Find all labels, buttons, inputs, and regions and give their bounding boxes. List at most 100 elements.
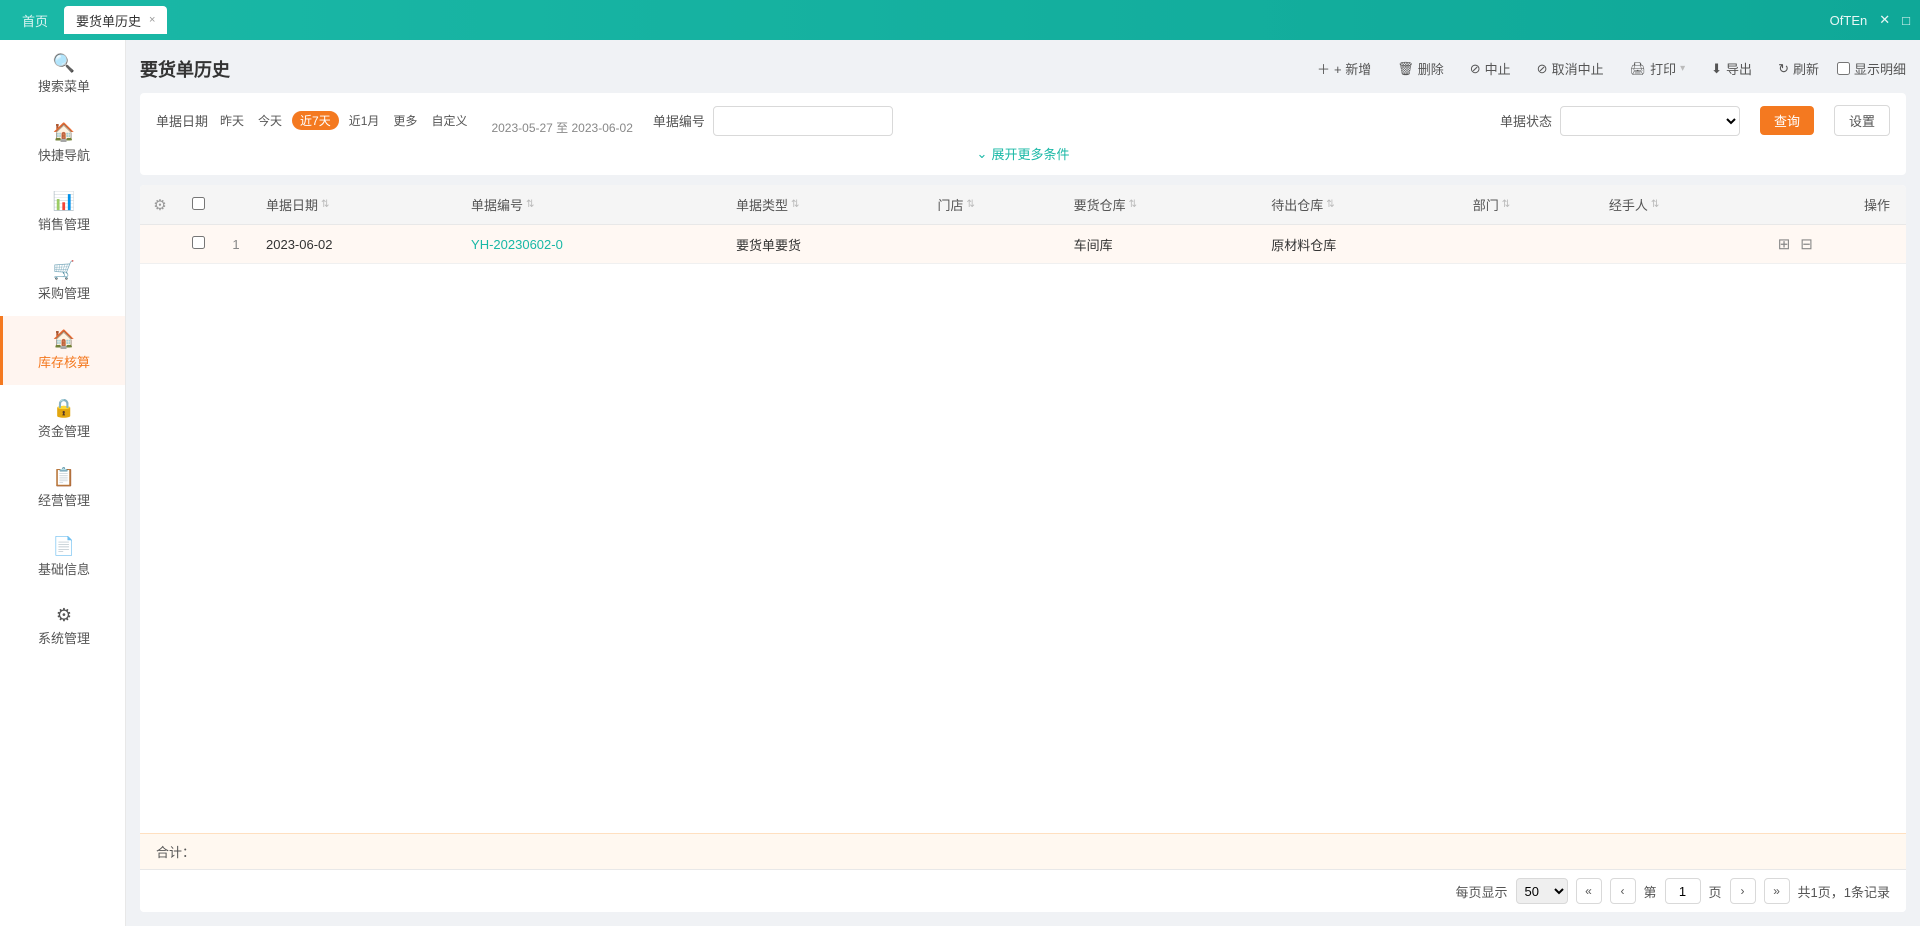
page-size-select[interactable]: 10 20 50 100 bbox=[1516, 878, 1568, 904]
order-no-input[interactable] bbox=[713, 106, 893, 136]
delete-label: 删除 bbox=[1418, 59, 1444, 78]
date-label: 单据日期 bbox=[156, 111, 208, 130]
export-button[interactable]: ⬇ 导出 bbox=[1703, 54, 1760, 83]
th-order-type[interactable]: 单据类型 ⇅ bbox=[726, 185, 928, 225]
th-date-sort-icon: ⇅ bbox=[321, 199, 329, 210]
th-req-warehouse[interactable]: 要货仓库 ⇅ bbox=[1064, 185, 1262, 225]
td-date-0: 2023-06-02 bbox=[256, 225, 461, 264]
purchase-mgmt-icon: 🛒 bbox=[53, 261, 75, 279]
td-order-type-0: 要货单要货 bbox=[726, 225, 928, 264]
table-header-row: ⚙ 单据日期 ⇅ bbox=[140, 185, 1906, 225]
td-store-0 bbox=[928, 225, 1064, 264]
date-btn-custom[interactable]: 自定义 bbox=[427, 111, 471, 130]
date-btn-today[interactable]: 今天 bbox=[254, 111, 286, 130]
refresh-button[interactable]: ↻ 刷新 bbox=[1770, 54, 1827, 83]
sidebar-item-system-mgmt[interactable]: ⚙ 系统管理 bbox=[0, 592, 125, 661]
cancel-stop-label: 取消中止 bbox=[1552, 59, 1604, 78]
td-order-no-0[interactable]: YH-20230602-0 bbox=[461, 225, 726, 264]
cancel-stop-button[interactable]: ⊘ 取消中止 bbox=[1529, 54, 1612, 83]
tab-close-icon[interactable]: × bbox=[149, 14, 155, 26]
show-detail-input[interactable] bbox=[1837, 62, 1850, 75]
sidebar-item-inventory[interactable]: 🏠 库存核算 bbox=[0, 316, 125, 385]
page-size-label: 每页显示 bbox=[1455, 882, 1507, 901]
filter-area: 单据日期 昨天 今天 近7天 近1月 更多 自定义 2023-05-27 至 2… bbox=[140, 93, 1906, 175]
tab-order-history[interactable]: 要货单历史 × bbox=[64, 6, 167, 34]
td-handler-0 bbox=[1599, 225, 1766, 264]
sidebar-item-operations-mgmt-label: 经营管理 bbox=[38, 490, 90, 509]
th-settings[interactable]: ⚙ bbox=[140, 185, 180, 225]
footer-total: 合计： bbox=[140, 833, 1906, 869]
order-no-filter-group: 单据编号 bbox=[653, 106, 893, 136]
page-next-button[interactable]: › bbox=[1730, 878, 1756, 904]
settings-gear-icon[interactable]: ⚙ bbox=[153, 197, 166, 214]
finance-mgmt-icon: 🔒 bbox=[53, 399, 75, 417]
date-btn-1month[interactable]: 近1月 bbox=[345, 111, 384, 130]
sidebar-item-purchase-mgmt[interactable]: 🛒 采购管理 bbox=[0, 247, 125, 316]
page-summary: 共1页，1条记录 bbox=[1798, 882, 1890, 901]
add-button[interactable]: ＋ + 新增 bbox=[1309, 54, 1379, 83]
td-pending-warehouse-0: 原材料仓库 bbox=[1261, 225, 1463, 264]
content-area: 要货单历史 ＋ + 新增 🗑 删除 ⊘ 中止 ⊘ 取消中止 bbox=[126, 40, 1920, 926]
show-detail-label: 显示明细 bbox=[1854, 59, 1906, 78]
status-select[interactable] bbox=[1560, 106, 1740, 136]
date-btn-7days[interactable]: 近7天 bbox=[292, 111, 339, 130]
sidebar-item-operations-mgmt[interactable]: 📋 经营管理 bbox=[0, 454, 125, 523]
print-dropdown-icon: ▾ bbox=[1680, 63, 1685, 74]
page-prev-button[interactable]: ‹ bbox=[1610, 878, 1636, 904]
th-action: 操作 bbox=[1766, 185, 1906, 225]
query-button[interactable]: 查询 bbox=[1760, 106, 1814, 135]
th-order-no[interactable]: 单据编号 ⇅ bbox=[461, 185, 726, 225]
expand-more-button[interactable]: ⌄ 展开更多条件 bbox=[156, 144, 1890, 163]
row-delete-icon-0[interactable]: ⊟ bbox=[1798, 233, 1815, 255]
window-close-icon[interactable]: ✕ bbox=[1879, 12, 1890, 28]
sidebar-item-finance-mgmt-label: 资金管理 bbox=[38, 421, 90, 440]
th-store[interactable]: 门店 ⇅ bbox=[928, 185, 1064, 225]
export-label: 导出 bbox=[1726, 59, 1752, 78]
delete-button[interactable]: 🗑 删除 bbox=[1389, 54, 1452, 83]
date-btn-more[interactable]: 更多 bbox=[389, 111, 421, 130]
expand-more-icon: ⌄ bbox=[977, 146, 988, 162]
tab-home-label: 首页 bbox=[22, 11, 48, 30]
th-handler[interactable]: 经手人 ⇅ bbox=[1599, 185, 1766, 225]
sidebar-item-system-mgmt-label: 系统管理 bbox=[38, 628, 90, 647]
td-req-warehouse-0: 车间库 bbox=[1064, 225, 1262, 264]
th-pending-warehouse-sort-icon: ⇅ bbox=[1326, 199, 1334, 210]
page-first-button[interactable]: « bbox=[1576, 878, 1602, 904]
td-checkbox-0[interactable] bbox=[180, 225, 216, 264]
sidebar-item-basic-info[interactable]: 📄 基础信息 bbox=[0, 523, 125, 592]
settings-button[interactable]: 设置 bbox=[1834, 105, 1890, 136]
page-last-button[interactable]: » bbox=[1764, 878, 1790, 904]
th-department-sort-icon: ⇅ bbox=[1502, 199, 1510, 210]
sidebar-item-sales-mgmt[interactable]: 📊 销售管理 bbox=[0, 178, 125, 247]
show-detail-checkbox[interactable]: 显示明细 bbox=[1837, 59, 1906, 78]
main-layout: 🔍 搜索菜单 🏠 快捷导航 📊 销售管理 🛒 采购管理 🏠 库存核算 🔒 资金管… bbox=[0, 40, 1920, 926]
print-icon: 🖨 bbox=[1630, 61, 1647, 77]
table-row[interactable]: 1 2023-06-02 YH-20230602-0 要货单要货 车间库 原材料… bbox=[140, 225, 1906, 264]
sidebar-item-finance-mgmt[interactable]: 🔒 资金管理 bbox=[0, 385, 125, 454]
th-store-label: 门店 bbox=[938, 195, 964, 214]
stop-label: 中止 bbox=[1485, 59, 1511, 78]
th-pending-warehouse[interactable]: 待出仓库 ⇅ bbox=[1261, 185, 1463, 225]
select-all-checkbox[interactable] bbox=[192, 197, 205, 210]
stop-button[interactable]: ⊘ 中止 bbox=[1462, 54, 1519, 83]
print-button[interactable]: 🖨 打印 ▾ bbox=[1622, 54, 1694, 83]
sidebar-item-search-menu[interactable]: 🔍 搜索菜单 bbox=[0, 40, 125, 109]
th-department[interactable]: 部门 ⇅ bbox=[1463, 185, 1599, 225]
tab-order-history-label: 要货单历史 bbox=[76, 11, 141, 30]
refresh-label: 刷新 bbox=[1793, 59, 1819, 78]
table-scroll[interactable]: ⚙ 单据日期 ⇅ bbox=[140, 185, 1906, 833]
top-bar: 首页 要货单历史 × OfTEn ✕ □ bbox=[0, 0, 1920, 40]
th-date[interactable]: 单据日期 ⇅ bbox=[256, 185, 461, 225]
cancel-stop-icon: ⊘ bbox=[1537, 61, 1548, 77]
tab-home[interactable]: 首页 bbox=[10, 6, 60, 34]
basic-info-icon: 📄 bbox=[53, 537, 75, 555]
th-checkbox bbox=[180, 185, 216, 225]
order-no-label: 单据编号 bbox=[653, 111, 705, 130]
window-max-icon[interactable]: □ bbox=[1902, 13, 1910, 28]
sidebar-item-search-menu-label: 搜索菜单 bbox=[38, 76, 90, 95]
page-number-input[interactable] bbox=[1665, 878, 1701, 904]
export-icon: ⬇ bbox=[1711, 61, 1722, 77]
date-btn-yesterday[interactable]: 昨天 bbox=[216, 111, 248, 130]
sidebar-item-quick-nav[interactable]: 🏠 快捷导航 bbox=[0, 109, 125, 178]
row-edit-icon-0[interactable]: ⊞ bbox=[1776, 233, 1793, 255]
